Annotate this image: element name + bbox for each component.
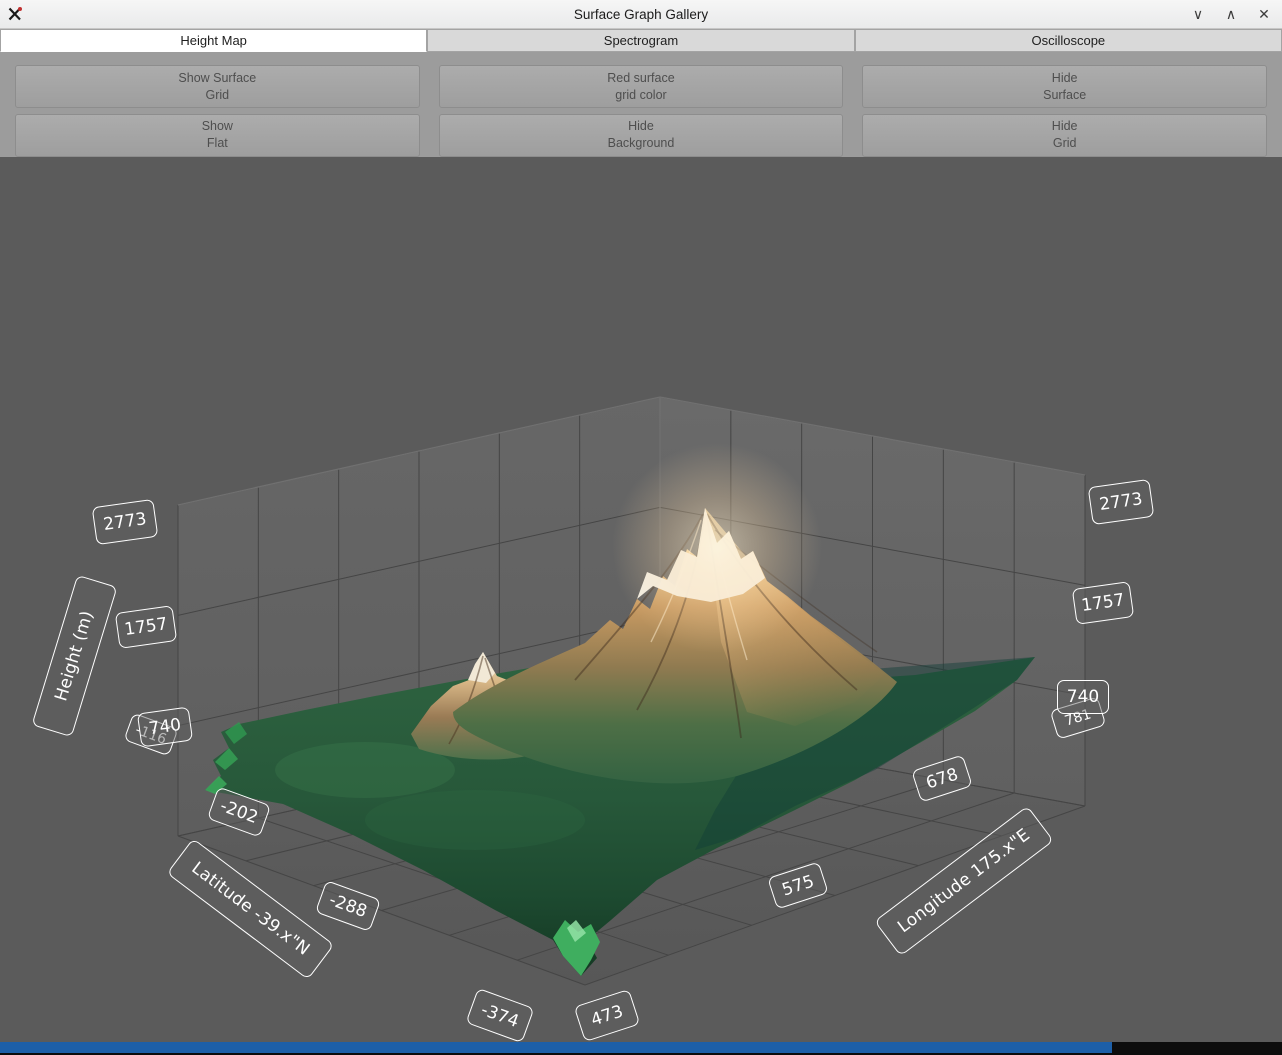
app-icon: [7, 6, 23, 22]
show-flat-button[interactable]: Show Flat: [15, 114, 420, 157]
button-label: Grid: [206, 87, 230, 104]
button-label: Grid: [1053, 135, 1077, 152]
button-label: Red surface: [607, 70, 674, 87]
surface-plot-area[interactable]: 2773 1757 740 Height (m) 2773 1757 781 7…: [0, 157, 1282, 1055]
button-label: Background: [608, 135, 675, 152]
button-label: Surface: [1043, 87, 1086, 104]
height-axis-title: Height (m): [31, 575, 117, 737]
surface-plot-canvas[interactable]: [155, 380, 1125, 1000]
hide-grid-button[interactable]: Hide Grid: [862, 114, 1267, 157]
height-tick-left-0: 2773: [92, 499, 159, 545]
hide-surface-button[interactable]: Hide Surface: [862, 65, 1267, 108]
button-label: Hide: [628, 118, 654, 135]
minimize-icon[interactable]: ∨: [1190, 6, 1206, 23]
button-label: Hide: [1052, 118, 1078, 135]
show-surface-grid-button[interactable]: Show Surface Grid: [15, 65, 420, 108]
height-tick-right-2: 740: [1057, 680, 1109, 714]
window-title: Surface Graph Gallery: [0, 7, 1282, 22]
hide-background-button[interactable]: Hide Background: [439, 114, 844, 157]
close-icon[interactable]: ✕: [1256, 6, 1272, 23]
tab-spectrogram[interactable]: Spectrogram: [427, 29, 854, 52]
button-label: grid color: [615, 87, 666, 104]
taskbar-dark-segment: [1112, 1042, 1282, 1053]
button-label: Show Surface: [178, 70, 256, 87]
tab-bar: Height Map Spectrogram Oscilloscope: [0, 29, 1282, 52]
window-controls: ∨ ∧ ✕: [1190, 0, 1272, 28]
button-label: Show: [202, 118, 233, 135]
app-window: Surface Graph Gallery ∨ ∧ ✕ Height Map S…: [0, 0, 1282, 1055]
toolbar: Show Surface Grid Red surface grid color…: [0, 52, 1282, 157]
height-tick-right-0: 2773: [1088, 479, 1155, 525]
red-surface-grid-color-button[interactable]: Red surface grid color: [439, 65, 844, 108]
titlebar[interactable]: Surface Graph Gallery ∨ ∧ ✕: [0, 0, 1282, 29]
button-label: Hide: [1052, 70, 1078, 87]
maximize-icon[interactable]: ∧: [1223, 6, 1239, 23]
tab-oscilloscope[interactable]: Oscilloscope: [855, 29, 1282, 52]
button-label: Flat: [207, 135, 228, 152]
tab-height-map[interactable]: Height Map: [0, 29, 427, 52]
height-tick-left-2: 740: [137, 707, 193, 748]
taskbar-strip: [0, 1042, 1282, 1055]
